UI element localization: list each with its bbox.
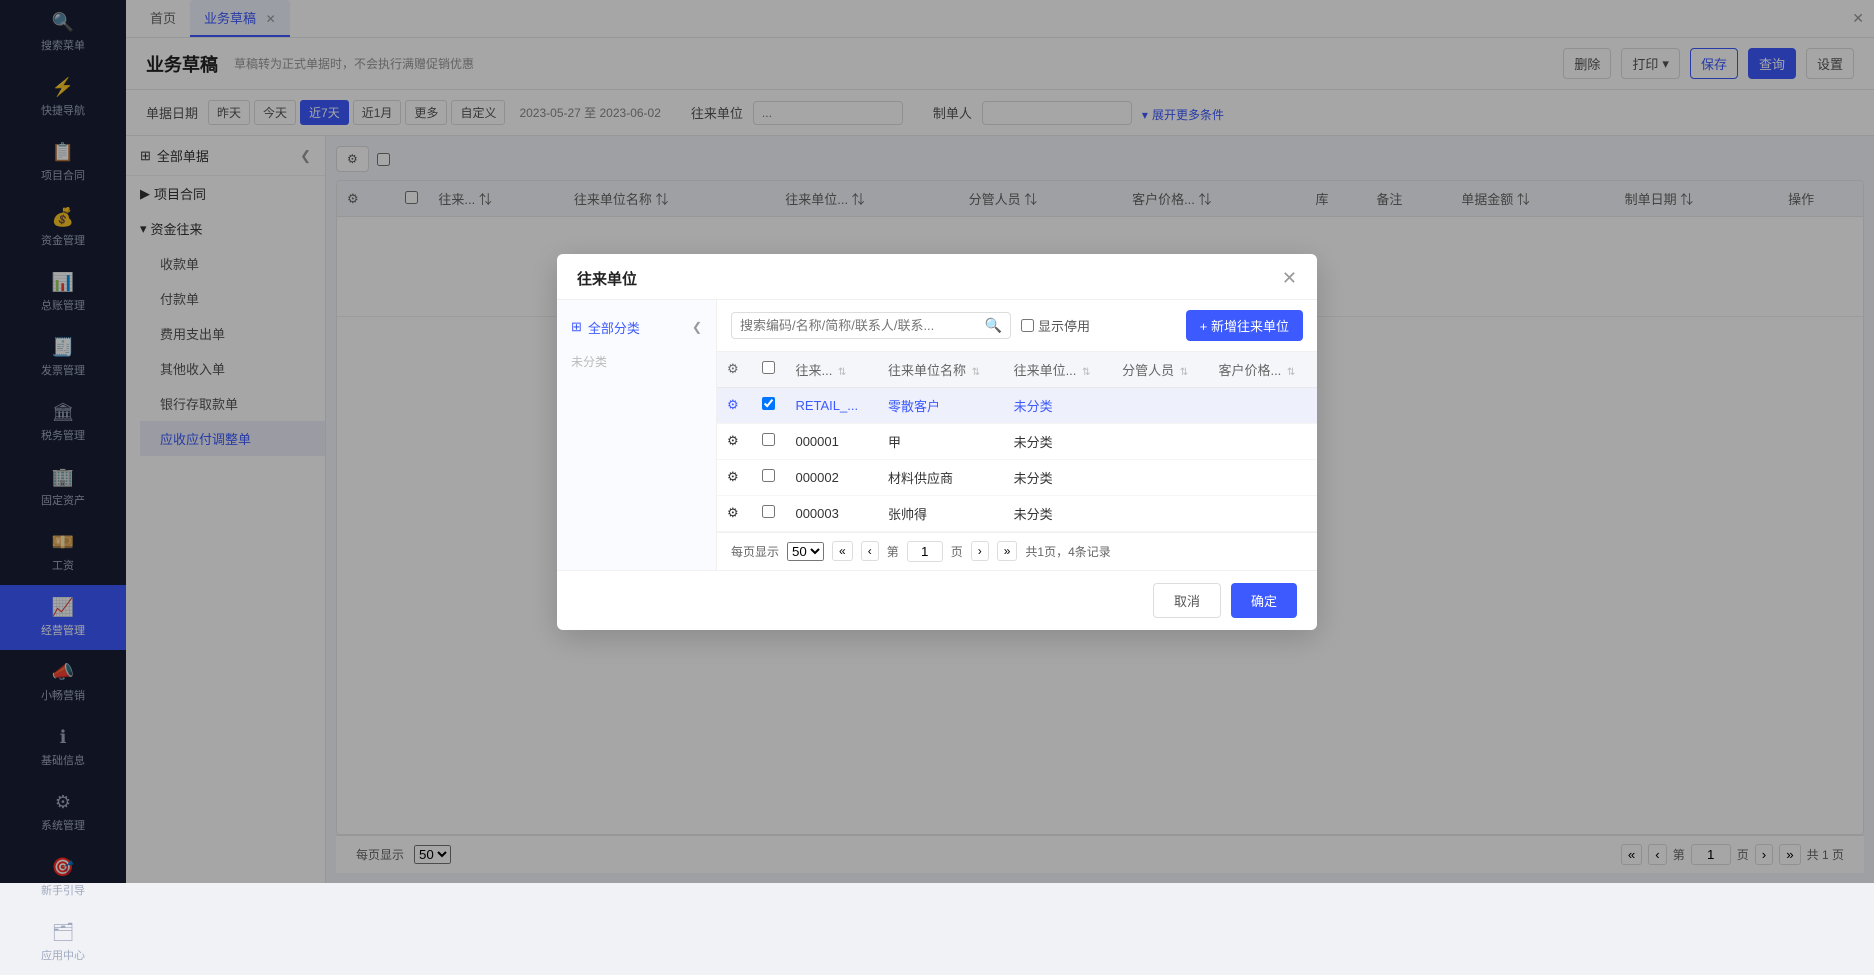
modal-th-code: 往来... ⇅ [785,352,878,388]
modal-overlay: 往来单位 ✕ ⊞ 全部分类 ❮ 未分类 🔍 [0,0,1874,883]
table-row[interactable]: ⚙ 000002 材料供应商 未分类 [717,459,1317,495]
modal-search-input[interactable] [740,318,981,333]
row-settings: ⚙ [717,459,752,495]
row-price [1208,387,1317,423]
modal-th-manager: 分管人员 ⇅ [1112,352,1208,388]
modal-per-page-label: 每页显示 [731,543,779,560]
modal-pagination: 每页显示 50 « ‹ 第 页 › » 共1页，4条记录 [717,532,1317,570]
modal-cat-uncategorized: 未分类 [557,345,716,378]
sidebar-item-apps-label: 应用中心 [41,947,85,963]
row-price [1208,459,1317,495]
modal-body: ⊞ 全部分类 ❮ 未分类 🔍 显示停用 [557,300,1317,570]
modal-next-page-btn[interactable]: › [971,541,989,561]
modal-total: 共1页，4条记录 [1025,543,1110,560]
row-name: 零散客户 [878,387,1004,423]
partner-modal: 往来单位 ✕ ⊞ 全部分类 ❮ 未分类 🔍 [557,254,1317,630]
sidebar-item-newbie-label: 新手引导 [41,882,85,898]
collapse-modal-left-btn[interactable]: ❮ [692,320,702,334]
modal-prev-page-btn[interactable]: ‹ [861,541,879,561]
row-code: 000001 [785,423,878,459]
search-icon: 🔍 [985,317,1002,334]
show-disabled-checkbox[interactable] [1021,319,1034,332]
modal-th-name: 往来单位名称 ⇅ [878,352,1004,388]
modal-th-checkbox [752,352,785,388]
show-disabled-label: 显示停用 [1021,316,1090,335]
row-code: RETAIL_... [785,387,878,423]
row-checkbox [752,423,785,459]
table-row[interactable]: ⚙ RETAIL_... 零散客户 未分类 [717,387,1317,423]
row-select-checkbox[interactable] [762,433,775,446]
modal-confirm-btn[interactable]: 确定 [1231,583,1297,618]
modal-close-btn[interactable]: ✕ [1282,268,1297,289]
new-partner-btn[interactable]: + 新增往来单位 [1186,310,1303,341]
row-manager [1112,459,1208,495]
modal-table: ⚙ 往来... ⇅ 往来单位名称 ⇅ 往来单位... ⇅ 分管人员 ⇅ 客户价格… [717,352,1317,532]
row-category: 未分类 [1004,495,1113,531]
modal-actions: 取消 确定 [557,570,1317,630]
row-name: 甲 [878,423,1004,459]
row-checkbox [752,459,785,495]
modal-search-box: 🔍 [731,312,1011,339]
modal-th-settings: ⚙ [717,352,752,388]
modal-last-page-btn[interactable]: » [997,541,1018,561]
modal-per-page-select[interactable]: 50 [787,542,824,561]
row-checkbox [752,387,785,423]
row-category: 未分类 [1004,387,1113,423]
modal-page-suffix: 页 [951,543,963,560]
row-manager [1112,423,1208,459]
row-settings: ⚙ [717,423,752,459]
row-select-checkbox[interactable] [762,505,775,518]
row-settings: ⚙ [717,387,752,423]
row-code: 000003 [785,495,878,531]
modal-cat-all[interactable]: ⊞ 全部分类 ❮ [557,310,716,345]
row-select-checkbox[interactable] [762,469,775,482]
row-manager [1112,387,1208,423]
modal-right-panel: 🔍 显示停用 + 新增往来单位 ⚙ 往来... ⇅ [717,300,1317,570]
modal-page-input[interactable] [907,541,943,562]
modal-toolbar: 🔍 显示停用 + 新增往来单位 [717,300,1317,352]
modal-th-price: 客户价格... ⇅ [1208,352,1317,388]
row-settings: ⚙ [717,495,752,531]
modal-category-panel: ⊞ 全部分类 ❮ 未分类 [557,300,717,570]
modal-title: 往来单位 [577,268,637,289]
row-checkbox [752,495,785,531]
apps-icon: 🗂 [52,922,75,943]
table-row[interactable]: ⚙ 000001 甲 未分类 [717,423,1317,459]
row-name: 张帅得 [878,495,1004,531]
modal-page-label: 第 [887,543,899,560]
row-name: 材料供应商 [878,459,1004,495]
modal-th-category: 往来单位... ⇅ [1004,352,1113,388]
row-price [1208,495,1317,531]
grid-icon: ⊞ [571,319,582,335]
table-row[interactable]: ⚙ 000003 张帅得 未分类 [717,495,1317,531]
modal-table-wrapper: ⚙ 往来... ⇅ 往来单位名称 ⇅ 往来单位... ⇅ 分管人员 ⇅ 客户价格… [717,352,1317,532]
sidebar-item-apps[interactable]: 🗂 应用中心 [0,910,126,975]
modal-select-all[interactable] [762,361,775,374]
modal-first-page-btn[interactable]: « [832,541,853,561]
row-code: 000002 [785,459,878,495]
row-select-checkbox[interactable] [762,397,775,410]
row-category: 未分类 [1004,423,1113,459]
modal-header: 往来单位 ✕ [557,254,1317,300]
row-manager [1112,495,1208,531]
row-category: 未分类 [1004,459,1113,495]
modal-cancel-btn[interactable]: 取消 [1153,583,1221,618]
row-price [1208,423,1317,459]
